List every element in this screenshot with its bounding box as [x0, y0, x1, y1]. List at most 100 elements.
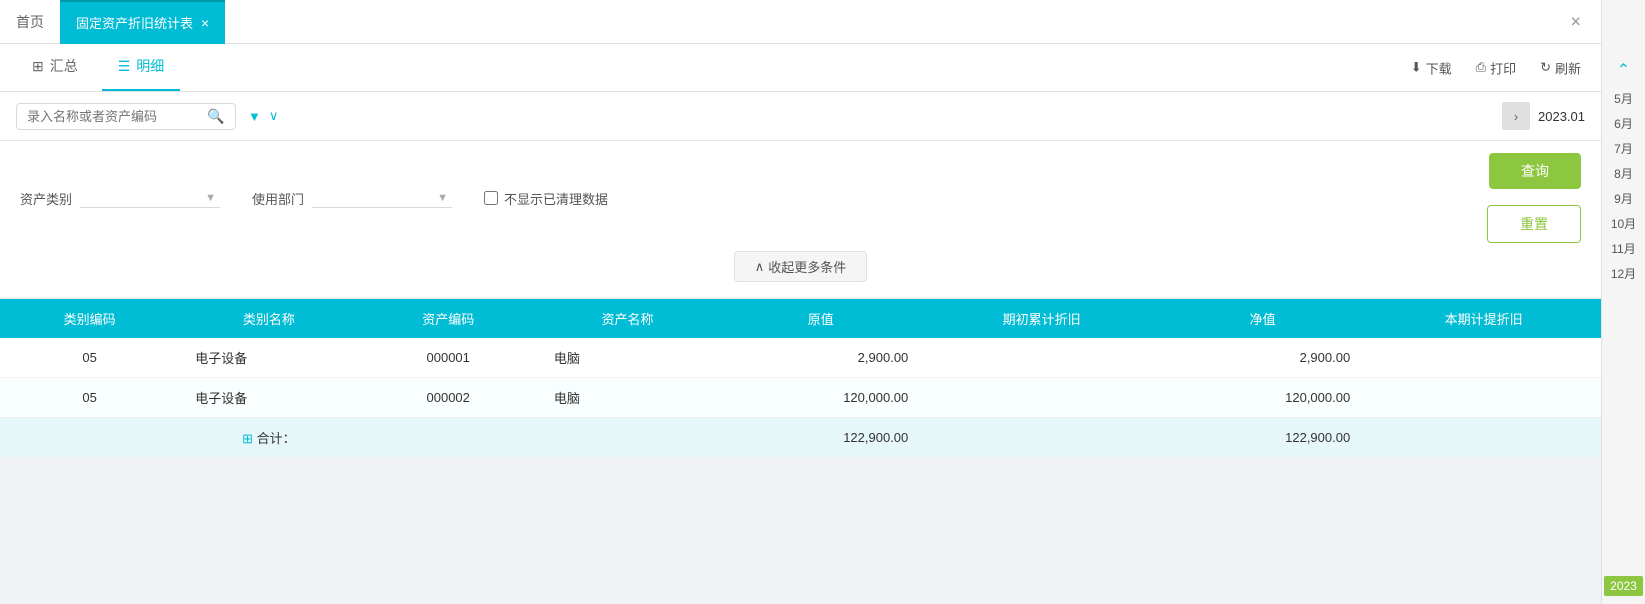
- total-icon: ⊞: [242, 431, 253, 446]
- top-nav: 首页 固定资产折旧统计表 × ×: [0, 0, 1601, 44]
- tab-close-icon[interactable]: ×: [201, 15, 209, 31]
- asset-type-arrow-icon: ▼: [205, 192, 216, 204]
- tab-label: 固定资产折旧统计表: [76, 13, 193, 32]
- asset-type-select[interactable]: [84, 190, 204, 205]
- department-arrow-icon: ▼: [437, 192, 448, 204]
- search-icon[interactable]: 🔍: [207, 108, 224, 125]
- collapse-icon: ∧: [755, 259, 765, 275]
- month-item[interactable]: 8月: [1605, 161, 1642, 186]
- sub-tabs-bar: ⊞ 汇总 ☰ 明细 ⬇ 下载 ⎙ 打印 ↻ 刷新: [0, 44, 1601, 92]
- detail-icon: ☰: [118, 58, 131, 75]
- asset-type-filter: 资产类别 ▼: [20, 188, 220, 208]
- cell-accumulated: [924, 338, 1159, 378]
- collapse-label: 收起更多条件: [768, 257, 846, 276]
- col-header-accumulated: 期初累计折旧: [924, 299, 1159, 338]
- month-item[interactable]: 9月: [1605, 186, 1642, 211]
- cell-code: 05: [0, 378, 179, 418]
- search-input[interactable]: [27, 109, 207, 124]
- month-item[interactable]: 5月: [1605, 86, 1642, 111]
- month-item[interactable]: 10月: [1605, 211, 1642, 236]
- asset-type-select-wrapper: ▼: [80, 188, 220, 208]
- table-wrapper: 类别编码 类别名称 资产编码 资产名称 原值 期初累计折旧 净值 本期计提折旧 …: [0, 299, 1601, 458]
- right-sidebar: ⌃ 5月6月7月8月9月10月11月12月 2023: [1601, 0, 1645, 604]
- cell-asset-name: 电脑: [538, 338, 717, 378]
- home-link[interactable]: 首页: [16, 12, 60, 32]
- refresh-label: 刷新: [1555, 58, 1581, 77]
- chevron-down-icon: ∨: [269, 108, 279, 124]
- download-button[interactable]: ⬇ 下载: [1411, 58, 1452, 77]
- total-row: ⊞ 合计： 122,900.00 122,900.00: [0, 418, 1601, 458]
- window-close-icon[interactable]: ×: [1570, 11, 1581, 32]
- col-header-category: 类别名称: [179, 299, 358, 338]
- cell-current: [1366, 378, 1601, 418]
- col-header-current: 本期计提折旧: [1366, 299, 1601, 338]
- total-label-cell: ⊞ 合计：: [0, 418, 538, 458]
- filter-row: 资产类别 ▼ 使用部门 ▼ 不显示已清理数: [20, 153, 1581, 243]
- cell-current: [1366, 338, 1601, 378]
- active-tab: 固定资产折旧统计表 ×: [60, 0, 225, 44]
- summary-icon: ⊞: [32, 58, 44, 75]
- hide-cleared-label: 不显示已清理数据: [504, 189, 608, 208]
- month-item[interactable]: 11月: [1605, 236, 1642, 261]
- col-header-asset-name: 资产名称: [538, 299, 717, 338]
- table-row: 05 电子设备 000002 电脑 120,000.00 120,000.00: [0, 378, 1601, 418]
- tab-detail[interactable]: ☰ 明细: [102, 43, 181, 91]
- asset-type-label: 资产类别: [20, 189, 72, 208]
- hide-cleared-checkbox[interactable]: [484, 191, 498, 205]
- filter-area: 资产类别 ▼ 使用部门 ▼ 不显示已清理数: [0, 141, 1601, 299]
- query-button[interactable]: 查询: [1489, 153, 1581, 189]
- cell-code: 05: [0, 338, 179, 378]
- cell-asset-name: 电脑: [538, 378, 717, 418]
- month-item[interactable]: 6月: [1605, 111, 1642, 136]
- cell-asset-code: 000002: [359, 378, 538, 418]
- department-label: 使用部门: [252, 189, 304, 208]
- cell-asset-code: 000001: [359, 338, 538, 378]
- total-label: 合计：: [257, 431, 296, 446]
- total-current: [1366, 418, 1601, 458]
- print-button[interactable]: ⎙ 打印: [1476, 58, 1516, 77]
- col-header-code: 类别编码: [0, 299, 179, 338]
- collapse-button[interactable]: ∧ 收起更多条件: [734, 251, 868, 282]
- filter-icon: ▼: [248, 109, 261, 124]
- print-icon: ⎙: [1476, 60, 1486, 76]
- data-table: 类别编码 类别名称 资产编码 资产名称 原值 期初累计折旧 净值 本期计提折旧 …: [0, 299, 1601, 458]
- table-row: 05 电子设备 000001 电脑 2,900.00 2,900.00: [0, 338, 1601, 378]
- col-header-original: 原值: [717, 299, 924, 338]
- search-wrapper: 🔍: [16, 103, 236, 130]
- cell-category: 电子设备: [179, 338, 358, 378]
- collapse-btn-row: ∧ 收起更多条件: [20, 243, 1581, 286]
- download-label: 下载: [1426, 58, 1452, 77]
- total-accumulated: [924, 418, 1159, 458]
- table-header-row: 类别编码 类别名称 资产编码 资产名称 原值 期初累计折旧 净值 本期计提折旧: [0, 299, 1601, 338]
- tab-detail-label: 明细: [136, 56, 164, 76]
- cell-accumulated: [924, 378, 1159, 418]
- month-item[interactable]: 12月: [1605, 261, 1642, 286]
- scroll-up-icon[interactable]: ⌃: [1617, 60, 1630, 80]
- print-label: 打印: [1490, 58, 1516, 77]
- total-original: 122,900.00: [717, 418, 924, 458]
- date-display: 2023.01: [1538, 109, 1585, 124]
- cell-net: 2,900.00: [1159, 338, 1366, 378]
- total-net: 122,900.00: [1159, 418, 1366, 458]
- hide-cleared-wrapper: 不显示已清理数据: [484, 189, 608, 208]
- search-bar: 🔍 ▼ ∨ › 2023.01: [0, 92, 1601, 141]
- refresh-button[interactable]: ↻ 刷新: [1540, 58, 1581, 77]
- tab-summary-label: 汇总: [50, 56, 78, 76]
- department-filter: 使用部门 ▼: [252, 188, 452, 208]
- col-header-net: 净值: [1159, 299, 1366, 338]
- nav-arrow-button[interactable]: ›: [1502, 102, 1530, 130]
- reset-button[interactable]: 重置: [1487, 205, 1581, 243]
- refresh-icon: ↻: [1540, 60, 1551, 76]
- month-list: 5月6月7月8月9月10月11月12月: [1605, 86, 1642, 286]
- cell-net: 120,000.00: [1159, 378, 1366, 418]
- department-select[interactable]: [316, 190, 436, 205]
- cell-original: 2,900.00: [717, 338, 924, 378]
- year-badge: 2023: [1604, 576, 1643, 596]
- tab-summary[interactable]: ⊞ 汇总: [16, 43, 94, 91]
- toolbar-right: ⬇ 下载 ⎙ 打印 ↻ 刷新: [1411, 58, 1581, 77]
- cell-category: 电子设备: [179, 378, 358, 418]
- month-item[interactable]: 7月: [1605, 136, 1642, 161]
- col-header-asset-code: 资产编码: [359, 299, 538, 338]
- filter-buttons: 查询 重置: [1487, 153, 1581, 243]
- more-filter-button[interactable]: ▼ ∨: [248, 108, 278, 124]
